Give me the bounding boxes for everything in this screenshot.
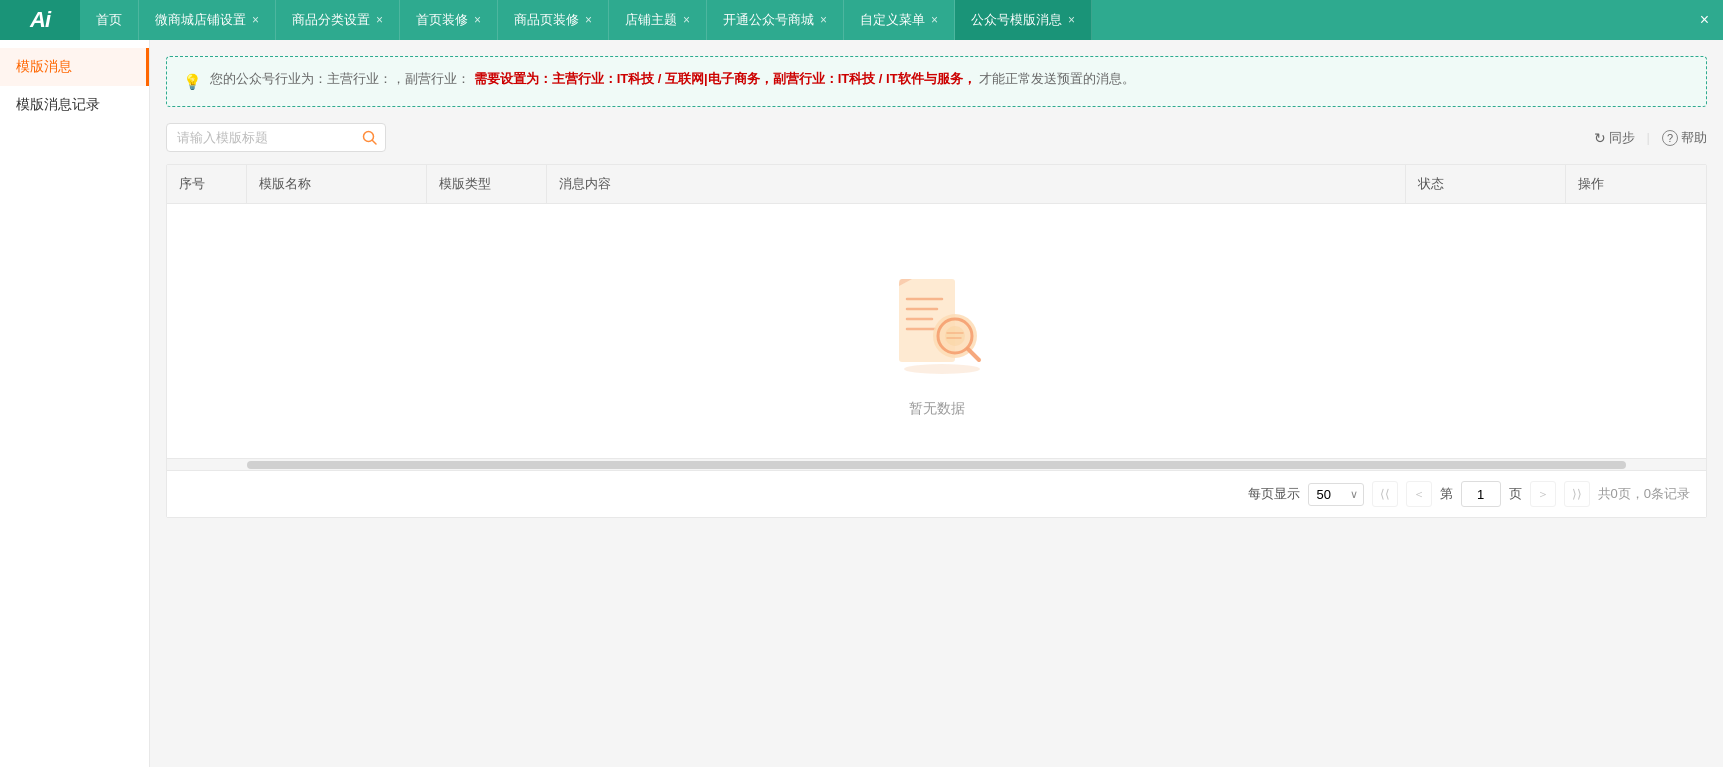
tab-open-mall[interactable]: 开通公众号商城 ×: [707, 0, 844, 40]
tab-close-product-decoration[interactable]: ×: [585, 13, 592, 27]
page-number-input[interactable]: [1461, 481, 1501, 507]
tab-template-message[interactable]: 公众号模版消息 ×: [955, 0, 1092, 40]
table-col-content: 消息内容: [547, 165, 1406, 203]
tab-micro-shop-settings[interactable]: 微商城店铺设置 ×: [139, 0, 276, 40]
search-left: [166, 123, 386, 152]
svg-point-12: [904, 364, 980, 374]
sidebar: 模版消息 模版消息记录: [0, 40, 150, 767]
sync-icon: ↻: [1594, 130, 1606, 146]
page-size-select-wrap: 10 20 50 100 ∨: [1308, 483, 1364, 506]
page-prev-button[interactable]: ＜: [1406, 481, 1432, 507]
notice-text: 您的公众号行业为：主营行业：，副营行业： 需要设置为：主营行业：IT科技 / 互…: [210, 69, 1135, 90]
tab-home-decoration[interactable]: 首页装修 ×: [400, 0, 498, 40]
tab-close-product-category[interactable]: ×: [376, 13, 383, 27]
help-button[interactable]: ? 帮助: [1662, 129, 1707, 147]
empty-illustration: [877, 264, 997, 384]
page-unit-label: 页: [1509, 485, 1522, 503]
tab-product-decoration[interactable]: 商品页装修 ×: [498, 0, 609, 40]
tab-shop-theme[interactable]: 店铺主题 ×: [609, 0, 707, 40]
tab-close-shop-theme[interactable]: ×: [683, 13, 690, 27]
page-size-select[interactable]: 10 20 50 100: [1308, 483, 1364, 506]
empty-text: 暂无数据: [909, 400, 965, 418]
empty-state: 暂无数据: [167, 204, 1706, 458]
divider: |: [1647, 130, 1650, 145]
scroll-track[interactable]: [247, 461, 1626, 469]
tab-close-template-message[interactable]: ×: [1068, 13, 1075, 27]
tab-custom-menu[interactable]: 自定义菜单 ×: [844, 0, 955, 40]
tab-bar-close-button[interactable]: ×: [1686, 0, 1723, 40]
search-icon: [362, 130, 378, 146]
sidebar-item-template-msg-record[interactable]: 模版消息记录: [0, 86, 149, 124]
search-right: ↻ 同步 | ? 帮助: [1594, 129, 1707, 147]
svg-line-8: [968, 349, 979, 360]
table-col-name: 模版名称: [247, 165, 427, 203]
table-col-action: 操作: [1566, 165, 1706, 203]
search-button[interactable]: [362, 130, 378, 146]
data-table: 序号 模版名称 模版类型 消息内容 状态 操作: [166, 164, 1707, 518]
help-icon: ?: [1662, 130, 1678, 146]
search-bar: ↻ 同步 | ? 帮助: [166, 123, 1707, 152]
notice-highlight: 需要设置为：主营行业：IT科技 / 互联网|电子商务，副营行业：IT科技 / I…: [474, 71, 976, 86]
search-input[interactable]: [166, 123, 386, 152]
tab-close-micro-shop[interactable]: ×: [252, 13, 259, 27]
notice-icon: 💡: [183, 70, 202, 94]
table-col-type: 模版类型: [427, 165, 547, 203]
table-col-status: 状态: [1406, 165, 1566, 203]
page-last-button[interactable]: ⟩⟩: [1564, 481, 1590, 507]
notice-box: 💡 您的公众号行业为：主营行业：，副营行业： 需要设置为：主营行业：IT科技 /…: [166, 56, 1707, 107]
tab-product-category[interactable]: 商品分类设置 ×: [276, 0, 400, 40]
sync-button[interactable]: ↻ 同步: [1594, 129, 1635, 147]
content-area: 💡 您的公众号行业为：主营行业：，副营行业： 需要设置为：主营行业：IT科技 /…: [150, 40, 1723, 767]
tab-bar: Ai 首页 微商城店铺设置 × 商品分类设置 × 首页装修 × 商品页装修 × …: [0, 0, 1723, 40]
tab-close-home-decoration[interactable]: ×: [474, 13, 481, 27]
tab-home[interactable]: 首页: [80, 0, 139, 40]
pagination-bar: 每页显示 10 20 50 100 ∨ ⟨⟨ ＜ 第 页 ＞ ⟩⟩ 共: [167, 470, 1706, 517]
svg-point-9: [945, 326, 965, 346]
sidebar-item-template-msg[interactable]: 模版消息: [0, 48, 149, 86]
table-header: 序号 模版名称 模版类型 消息内容 状态 操作: [167, 165, 1706, 204]
page-label: 第: [1440, 485, 1453, 503]
tab-close-custom-menu[interactable]: ×: [931, 13, 938, 27]
app-logo: Ai: [0, 0, 80, 40]
total-text: 共0页，0条记录: [1598, 485, 1690, 503]
tab-close-open-mall[interactable]: ×: [820, 13, 827, 27]
scroll-bar-area[interactable]: [167, 458, 1706, 470]
main-layout: 模版消息 模版消息记录 💡 您的公众号行业为：主营行业：，副营行业： 需要设置为…: [0, 40, 1723, 767]
page-next-button[interactable]: ＞: [1530, 481, 1556, 507]
page-first-button[interactable]: ⟨⟨: [1372, 481, 1398, 507]
table-col-index: 序号: [167, 165, 247, 203]
search-input-wrap: [166, 123, 386, 152]
page-size-label: 每页显示: [1248, 485, 1300, 503]
svg-line-1: [373, 140, 377, 144]
